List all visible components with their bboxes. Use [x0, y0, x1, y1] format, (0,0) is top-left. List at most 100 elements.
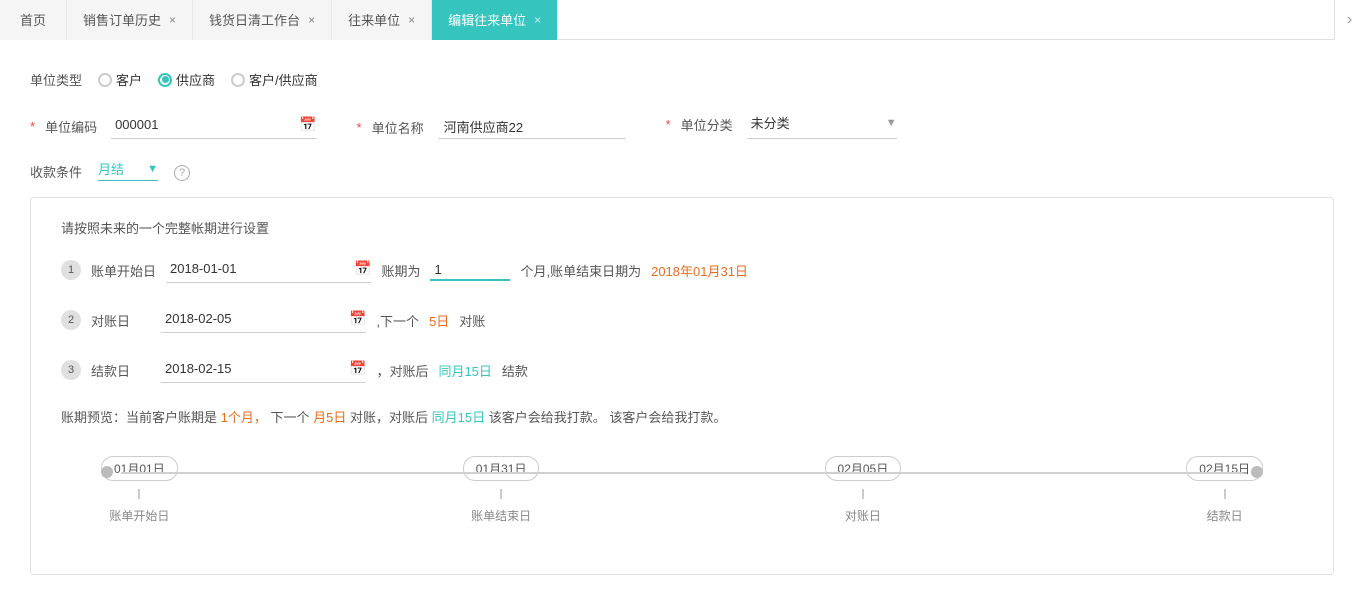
radio-circle-customer	[98, 73, 112, 87]
timeline-label-4: 结款日	[1207, 507, 1243, 524]
unit-code-input[interactable]	[111, 113, 295, 136]
timeline-badge-2: 01月31日	[463, 456, 540, 481]
unit-name-label: 单位名称	[372, 118, 424, 137]
unit-name-required: *	[357, 120, 362, 135]
period-date-1-wrapper: 📅	[166, 257, 371, 283]
period-row-3: 3 结款日 📅 ，对账后 同月15日 结款	[61, 357, 1303, 383]
tab-close-edit-counterpart[interactable]: ×	[534, 13, 541, 27]
timeline-label-2: 账单结束日	[471, 507, 531, 524]
preview-reconcile-suffix: 对账，对账后	[350, 410, 428, 425]
unit-code-group: * 单位编码 📅	[30, 113, 317, 139]
payment-value: 月结	[98, 159, 143, 178]
unit-type-radio-group: 客户 供应商 客户/供应商	[98, 70, 318, 89]
preview-reconcile-day: 月5日	[313, 410, 346, 425]
timeline-tick-4	[1224, 489, 1226, 499]
unit-name-group: * 单位名称	[357, 115, 626, 139]
period-suffix-3: 结款	[502, 361, 528, 380]
period-date-2-wrapper: 📅	[161, 307, 366, 333]
unit-type-label: 单位类型	[30, 70, 82, 89]
radio-customer[interactable]: 客户	[98, 70, 142, 89]
period-title: 请按照未来的一个完整帐期进行设置	[61, 218, 1303, 237]
period-suffix-before-1: 账期为	[381, 261, 420, 280]
preview-payment-day: 同月15日	[432, 410, 485, 425]
unit-code-icon[interactable]: 📅	[299, 116, 316, 133]
radio-supplier[interactable]: 供应商	[158, 70, 215, 89]
period-label-2: 对账日	[91, 311, 151, 330]
help-icon[interactable]: ?	[174, 165, 190, 181]
unit-class-select[interactable]: 未分类 ▼	[747, 109, 897, 139]
tab-sales-order-history[interactable]: 销售订单历史 ×	[67, 0, 193, 40]
period-date-3-calendar-icon[interactable]: 📅	[349, 360, 366, 377]
main-content: 单位类型 客户 供应商 客户/供应商 * 单位编码 📅	[0, 40, 1364, 608]
period-highlight-date-1: 2018年01月31日	[651, 261, 748, 280]
timeline-label-1: 账单开始日	[109, 507, 169, 524]
timeline-item-1: 01月01日 账单开始日	[101, 456, 178, 524]
period-date-3-input[interactable]	[161, 357, 345, 380]
timeline-line	[121, 472, 1243, 474]
unit-code-required: *	[30, 119, 35, 134]
timeline-items: 01月01日 账单开始日 01月31日 账单结束日 02月05日 对账	[81, 456, 1283, 524]
period-num-1: 1	[61, 260, 81, 280]
period-row-1: 1 账单开始日 📅 账期为 个月,账单结束日期为 2018年01月31日	[61, 257, 1303, 283]
radio-both[interactable]: 客户/供应商	[231, 70, 318, 89]
unit-class-required: *	[666, 117, 671, 132]
tab-edit-counterpart[interactable]: 编辑往来单位 ×	[432, 0, 558, 40]
tab-close-cash-work[interactable]: ×	[308, 13, 315, 27]
preview-period: 1个月，	[221, 410, 267, 425]
period-num-3: 3	[61, 360, 81, 380]
unit-class-label: 单位分类	[681, 115, 733, 134]
preview-payment-suffix: 该客户会给我打款。	[489, 410, 606, 425]
timeline-dot-right	[1251, 466, 1263, 478]
timeline-dot-left	[101, 466, 113, 478]
tab-bar: 首页 销售订单历史 × 钱货日清工作台 × 往来单位 × 编辑往来单位 × ›	[0, 0, 1364, 40]
preview-final: 该客户会给我打款。	[609, 410, 726, 425]
period-label-1: 账单开始日	[91, 261, 156, 280]
tab-counterpart[interactable]: 往来单位 ×	[332, 0, 432, 40]
payment-chevron-icon: ▼	[147, 163, 158, 175]
timeline-label-3: 对账日	[845, 507, 881, 524]
timeline-tick-3	[862, 489, 864, 499]
chevron-right-icon: ›	[1347, 11, 1352, 29]
unit-name-input[interactable]	[438, 115, 626, 139]
timeline-badge-1: 01月01日	[101, 456, 178, 481]
period-date-2-calendar-icon[interactable]: 📅	[349, 310, 366, 327]
unit-class-group: * 单位分类 未分类 ▼	[666, 109, 897, 139]
period-box: 请按照未来的一个完整帐期进行设置 1 账单开始日 📅 账期为 个月,账单结束日期…	[30, 197, 1334, 575]
period-prefix-3: ，对账后	[376, 361, 428, 380]
payment-label: 收款条件	[30, 162, 82, 181]
timeline-tick-2	[500, 489, 502, 499]
timeline-wrapper: 01月01日 账单开始日 01月31日 账单结束日 02月05日 对账	[61, 446, 1303, 554]
preview-label: 账期预览：当前客户账期是	[61, 410, 217, 425]
preview-text: 账期预览：当前客户账期是 1个月， 下一个 月5日 对账，对账后 同月15日 该…	[61, 407, 1303, 426]
preview-section: 账期预览：当前客户账期是 1个月， 下一个 月5日 对账，对账后 同月15日 该…	[61, 407, 1303, 554]
tab-cash-work[interactable]: 钱货日清工作台 ×	[193, 0, 332, 40]
tab-close-sales-order-history[interactable]: ×	[169, 13, 176, 27]
timeline-item-4: 02月15日 结款日	[1186, 456, 1263, 524]
tab-nav-right-button[interactable]: ›	[1334, 0, 1364, 40]
timeline-item-3: 02月05日 对账日	[825, 456, 902, 524]
unit-info-row: * 单位编码 📅 * 单位名称 * 单位分类 未分类 ▼	[30, 109, 1334, 139]
unit-type-row: 单位类型 客户 供应商 客户/供应商	[30, 70, 1334, 89]
payment-condition-row: 收款条件 月结 ▼ ?	[30, 159, 1334, 181]
tab-close-counterpart[interactable]: ×	[408, 13, 415, 27]
radio-circle-both	[231, 73, 245, 87]
period-row-2: 2 对账日 📅 ,下一个 5日 对账	[61, 307, 1303, 333]
period-highlight-day-2: 5日	[429, 311, 449, 330]
period-prefix-2: ,下一个	[376, 311, 419, 330]
unit-code-label: 单位编码	[45, 117, 97, 136]
period-date-1-calendar-icon[interactable]: 📅	[354, 260, 371, 277]
timeline-badge-3: 02月05日	[825, 456, 902, 481]
timeline-tick-1	[138, 489, 140, 499]
tab-home[interactable]: 首页	[0, 0, 67, 40]
payment-select[interactable]: 月结 ▼	[98, 159, 158, 181]
period-date-2-input[interactable]	[161, 307, 345, 330]
period-month-input[interactable]	[430, 260, 510, 281]
period-suffix-after-1: 个月,账单结束日期为	[520, 261, 641, 280]
period-date-3-wrapper: 📅	[161, 357, 366, 383]
timeline-item-2: 01月31日 账单结束日	[463, 456, 540, 524]
period-num-2: 2	[61, 310, 81, 330]
period-suffix-2: 对账	[459, 311, 485, 330]
period-date-1-input[interactable]	[166, 257, 350, 280]
unit-class-value: 未分类	[747, 109, 882, 136]
unit-class-chevron-icon: ▼	[886, 117, 897, 129]
